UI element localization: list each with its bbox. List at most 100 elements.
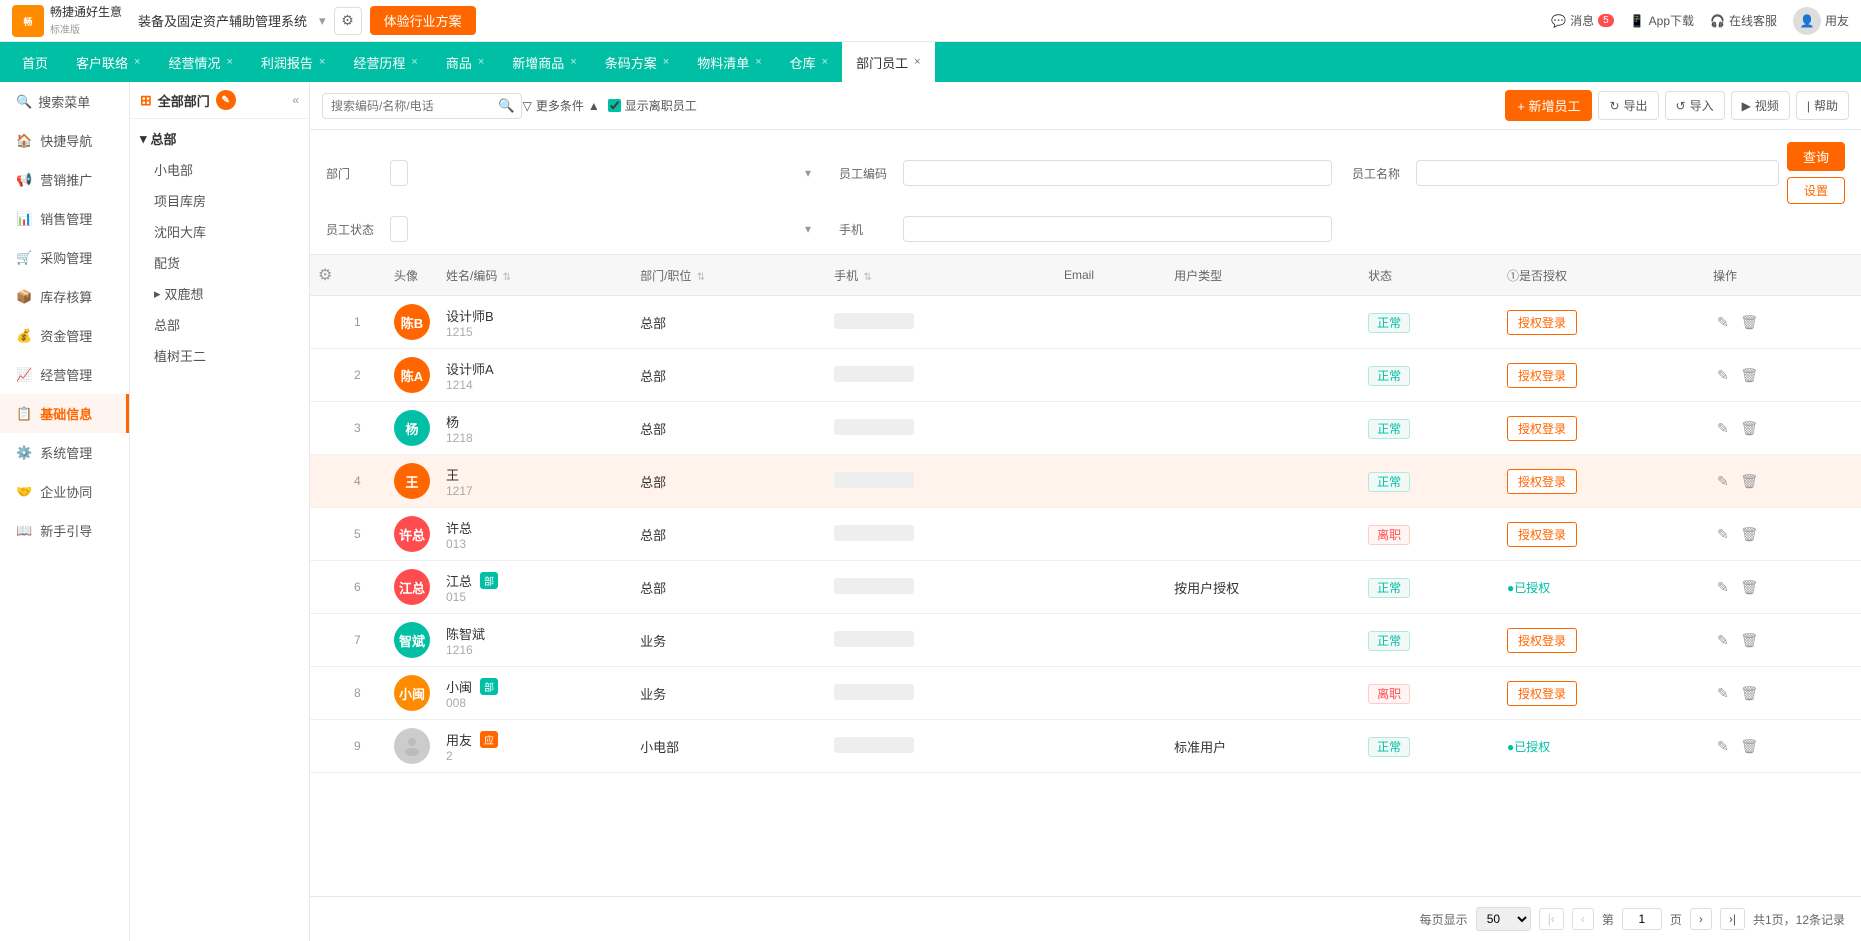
delete-employee-button[interactable]: 🗑 xyxy=(1736,365,1762,386)
tab-operation[interactable]: 经营情况× xyxy=(154,42,246,82)
export-button[interactable]: ↻ 导出 xyxy=(1598,91,1658,120)
tab-barcode[interactable]: 条码方案× xyxy=(591,42,683,82)
import-button[interactable]: ↺ 导入 xyxy=(1665,91,1725,120)
sidebar-item-finance[interactable]: 💰 资金管理 xyxy=(0,316,129,355)
delete-employee-button[interactable]: 🗑 xyxy=(1736,312,1762,333)
delete-employee-button[interactable]: 🗑 xyxy=(1736,736,1762,757)
sidebar-item-collab[interactable]: 🤝 企业协同 xyxy=(0,472,129,511)
tab-barcode-close[interactable]: × xyxy=(663,56,669,68)
delete-employee-button[interactable]: 🗑 xyxy=(1736,471,1762,492)
auth-login-button[interactable]: 授权登录 xyxy=(1507,310,1577,335)
dept-select[interactable] xyxy=(390,160,408,186)
help-button[interactable]: | 帮助 xyxy=(1796,91,1849,120)
tab-history[interactable]: 经营历程× xyxy=(339,42,431,82)
per-page-select[interactable]: 50 20 100 xyxy=(1476,907,1531,931)
search-icon-button[interactable]: 🔍 xyxy=(498,98,515,114)
add-employee-button[interactable]: + 新增员工 xyxy=(1505,90,1592,121)
set-button[interactable]: 设置 xyxy=(1787,177,1845,204)
emp-code-input[interactable] xyxy=(903,160,1332,186)
tab-employees[interactable]: 部门员工× xyxy=(842,42,934,82)
auth-login-button[interactable]: 授权登录 xyxy=(1507,469,1577,494)
sidebar-item-marketing[interactable]: 📢 营销推广 xyxy=(0,160,129,199)
auth-login-button[interactable]: 授权登录 xyxy=(1507,522,1577,547)
tab-bom[interactable]: 物料清单× xyxy=(683,42,775,82)
phone-input[interactable] xyxy=(903,216,1332,242)
table-settings-icon[interactable]: ⚙ xyxy=(318,267,332,284)
col-dept[interactable]: 部门/职位 ⇅ xyxy=(632,255,826,296)
tab-operation-close[interactable]: × xyxy=(226,56,232,68)
query-button[interactable]: 查询 xyxy=(1787,142,1845,171)
edit-employee-button[interactable]: ✎ xyxy=(1713,683,1733,704)
auth-login-button[interactable]: 授权登录 xyxy=(1507,363,1577,388)
tab-customer[interactable]: 客户联络× xyxy=(62,42,154,82)
view-button[interactable]: ▶ 视频 xyxy=(1731,91,1790,120)
show-resigned-checkbox[interactable] xyxy=(608,99,621,112)
sidebar-item-system[interactable]: ⚙️ 系统管理 xyxy=(0,433,129,472)
auth-login-button[interactable]: 授权登录 xyxy=(1507,628,1577,653)
tab-home[interactable]: 首页 xyxy=(8,42,62,82)
settings-gear-button[interactable]: ⚙ xyxy=(334,7,362,35)
dept-item-zhushu[interactable]: 植树王二 xyxy=(130,340,309,371)
delete-employee-button[interactable]: 🗑 xyxy=(1736,577,1762,598)
show-resigned-checkbox-label[interactable]: 显示离职员工 xyxy=(608,97,697,114)
dept-item-shuanglu[interactable]: ▸ 双鹿想 xyxy=(130,278,309,309)
auth-login-button[interactable]: 授权登录 xyxy=(1507,681,1577,706)
tab-bom-close[interactable]: × xyxy=(755,56,761,68)
delete-employee-button[interactable]: 🗑 xyxy=(1736,630,1762,651)
tab-goods-close[interactable]: × xyxy=(478,56,484,68)
search-input[interactable] xyxy=(322,93,522,119)
delete-employee-button[interactable]: 🗑 xyxy=(1736,418,1762,439)
auth-login-button[interactable]: 授权登录 xyxy=(1507,416,1577,441)
dept-item-peihuo[interactable]: 配货 xyxy=(130,247,309,278)
col-name-code[interactable]: 姓名/编码 ⇅ xyxy=(438,255,632,296)
page-number-input[interactable] xyxy=(1622,908,1662,930)
sidebar-item-business[interactable]: 📈 经营管理 xyxy=(0,355,129,394)
edit-employee-button[interactable]: ✎ xyxy=(1713,577,1733,598)
last-page-button[interactable]: ›| xyxy=(1720,908,1745,930)
prev-page-button[interactable]: ‹ xyxy=(1572,908,1594,930)
edit-employee-button[interactable]: ✎ xyxy=(1713,471,1733,492)
tab-history-close[interactable]: × xyxy=(411,56,417,68)
sidebar-item-nav[interactable]: 🏠 快捷导航 xyxy=(0,121,129,160)
tab-warehouse[interactable]: 仓库× xyxy=(776,42,842,82)
dept-item-zongbu2[interactable]: 总部 xyxy=(130,309,309,340)
delete-employee-button[interactable]: 🗑 xyxy=(1736,683,1762,704)
dept-item-shenyang[interactable]: 沈阳大库 xyxy=(130,216,309,247)
sidebar-item-purchase[interactable]: 🛒 采购管理 xyxy=(0,238,129,277)
first-page-button[interactable]: |‹ xyxy=(1539,908,1564,930)
tab-goods[interactable]: 商品× xyxy=(432,42,498,82)
trial-button[interactable]: 体验行业方案 xyxy=(370,6,476,35)
tab-customer-close[interactable]: × xyxy=(134,56,140,68)
emp-name-input[interactable] xyxy=(1416,160,1779,186)
sidebar-item-search[interactable]: 🔍 搜索菜单 xyxy=(0,82,129,121)
sidebar-item-inventory[interactable]: 📦 库存核算 xyxy=(0,277,129,316)
sidebar-item-guide[interactable]: 📖 新手引导 xyxy=(0,511,129,550)
dept-item-project[interactable]: 项目库房 xyxy=(130,185,309,216)
all-departments[interactable]: ⊞ 全部部门 ✎ xyxy=(140,90,236,110)
tab-profit-close[interactable]: × xyxy=(319,56,325,68)
dept-item-xiaodianbu[interactable]: 小电部 xyxy=(130,154,309,185)
sidebar-item-basic-info[interactable]: 📋 基础信息 xyxy=(0,394,129,433)
tab-employees-close[interactable]: × xyxy=(914,56,920,68)
tab-profit[interactable]: 利润报告× xyxy=(247,42,339,82)
tab-new-goods[interactable]: 新增商品× xyxy=(498,42,590,82)
app-download-button[interactable]: 📱 App下载 xyxy=(1630,12,1694,29)
edit-employee-button[interactable]: ✎ xyxy=(1713,312,1733,333)
user-menu[interactable]: 👤 用友 xyxy=(1793,7,1849,35)
dept-item-parent-zongbu[interactable]: ▾ 总部 xyxy=(130,123,309,154)
edit-employee-button[interactable]: ✎ xyxy=(1713,630,1733,651)
delete-employee-button[interactable]: 🗑 xyxy=(1736,524,1762,545)
edit-employee-button[interactable]: ✎ xyxy=(1713,736,1733,757)
edit-employee-button[interactable]: ✎ xyxy=(1713,418,1733,439)
next-page-button[interactable]: › xyxy=(1690,908,1712,930)
more-filter-button[interactable]: ▽ 更多条件 ▲ xyxy=(523,97,600,114)
edit-dept-button[interactable]: ✎ xyxy=(216,90,236,110)
edit-employee-button[interactable]: ✎ xyxy=(1713,524,1733,545)
online-service-button[interactable]: 🎧 在线客服 xyxy=(1710,12,1777,29)
col-phone[interactable]: 手机 ⇅ xyxy=(826,255,1056,296)
tab-warehouse-close[interactable]: × xyxy=(822,56,828,68)
sidebar-item-sales[interactable]: 📊 销售管理 xyxy=(0,199,129,238)
emp-status-select[interactable] xyxy=(390,216,408,242)
collapse-panel-button[interactable]: « xyxy=(292,93,299,107)
tab-new-goods-close[interactable]: × xyxy=(570,56,576,68)
